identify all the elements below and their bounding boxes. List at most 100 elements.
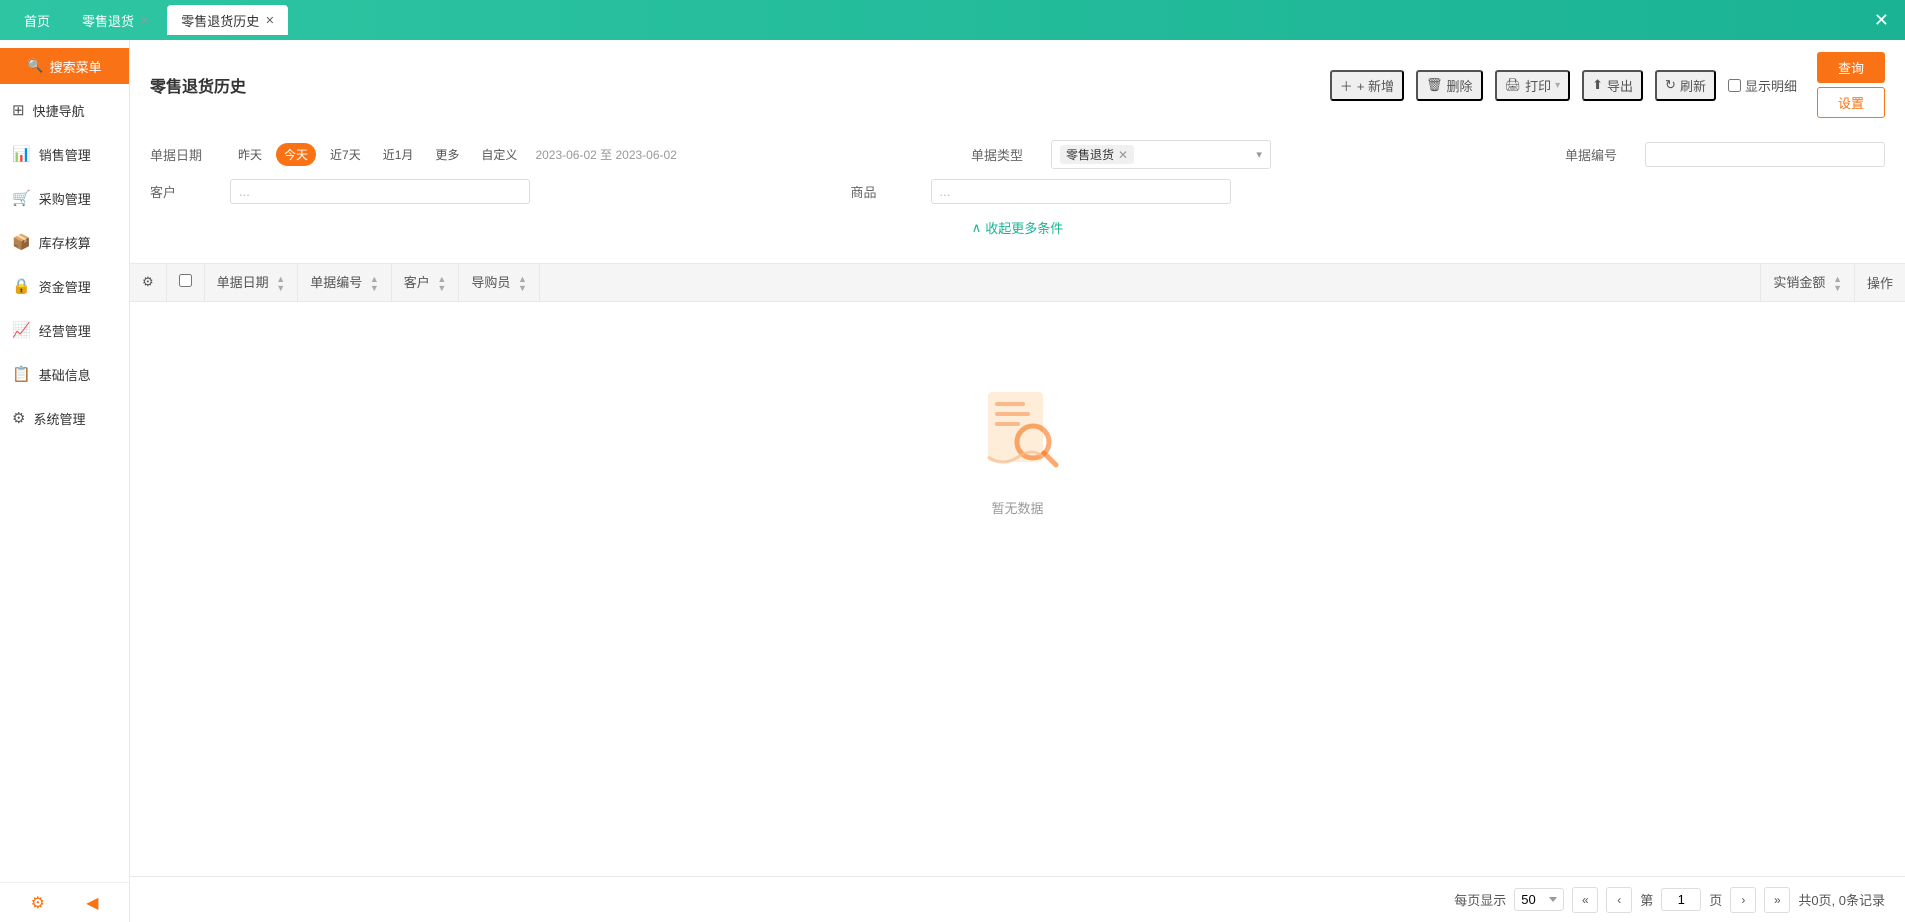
tab-retail-return-history[interactable]: 零售退货历史 ✕ <box>167 5 288 35</box>
settings-bottom-icon[interactable]: ⚙ <box>31 893 45 913</box>
settings-icon[interactable]: ⚙ <box>142 274 154 289</box>
doc-number-input[interactable] <box>1645 142 1885 167</box>
sidebar-item-fund-label: 资金管理 <box>39 277 91 296</box>
pagination-bar: 每页显示 50 10 20 100 « ‹ 第 页 › » 共0页, 0条记录 <box>130 876 1905 922</box>
query-button[interactable]: 查询 <box>1817 52 1885 83</box>
th-settings[interactable]: ⚙ <box>130 264 166 301</box>
page-size-label: 每页显示 <box>1454 890 1506 909</box>
tab-retail-return-history-close[interactable]: ✕ <box>265 14 274 27</box>
delete-icon: 🗑 <box>1426 77 1443 93</box>
th-action: 操作 <box>1854 264 1905 301</box>
tab-home-label: 首页 <box>24 11 50 30</box>
tab-home[interactable]: 首页 <box>10 5 64 35</box>
sidebar-item-ops-mgmt[interactable]: 📈 经营管理 <box>0 308 129 352</box>
print-icon: 🖨 <box>1505 77 1522 93</box>
th-customer[interactable]: 客户 ▲▼ <box>391 264 459 301</box>
date-btn-7days[interactable]: 近7天 <box>322 143 369 166</box>
collapse-button[interactable]: ∧ 收起更多条件 <box>972 218 1064 237</box>
page-size-select[interactable]: 50 10 20 100 <box>1514 888 1564 911</box>
prev-page-button[interactable]: ‹ <box>1606 887 1632 913</box>
fund-icon: 🔒 <box>12 277 31 295</box>
sidebar-bottom: ⚙ ◀ <box>0 882 129 922</box>
select-all-checkbox[interactable] <box>179 274 192 287</box>
page-label-suffix: 页 <box>1709 890 1722 909</box>
export-icon: ⬆ <box>1592 77 1603 93</box>
layout: 🔍 搜索菜单 ⊞ 快捷导航 📊 销售管理 🛒 采购管理 📦 库存核算 🔒 资金管… <box>0 40 1905 922</box>
collapse-label: 收起更多条件 <box>985 218 1063 237</box>
th-amount-label: 实销金额 <box>1773 275 1825 290</box>
sidebar-search[interactable]: 🔍 搜索菜单 <box>0 48 129 84</box>
date-btn-today[interactable]: 今天 <box>276 143 316 166</box>
th-amount[interactable]: 实销金额 ▲▼ <box>1761 264 1855 301</box>
show-detail-checkbox[interactable] <box>1728 79 1741 92</box>
date-btn-more[interactable]: 更多 <box>427 143 467 166</box>
th-doc-date[interactable]: 单据日期 ▲▼ <box>204 264 298 301</box>
new-button[interactable]: ＋ + 新增 <box>1330 70 1404 101</box>
tab-retail-return-close[interactable]: ✕ <box>140 14 149 27</box>
customer-label: 客户 <box>150 182 230 201</box>
date-btn-yesterday[interactable]: 昨天 <box>230 143 270 166</box>
tab-retail-return-history-label: 零售退货历史 <box>181 11 259 30</box>
th-checkbox[interactable] <box>166 264 204 301</box>
goods-input[interactable] <box>931 179 1231 204</box>
doc-type-remove-icon[interactable]: ✕ <box>1118 148 1128 162</box>
ops-icon: 📈 <box>12 321 31 339</box>
sidebar-item-sys-mgmt[interactable]: ⚙ 系统管理 <box>0 396 129 440</box>
sidebar-item-quick-nav-label: 快捷导航 <box>33 101 85 120</box>
empty-text: 暂无数据 <box>991 498 1043 517</box>
date-label: 单据日期 <box>150 145 230 164</box>
purchase-icon: 🛒 <box>12 189 31 207</box>
sidebar-item-purchase-label: 采购管理 <box>39 189 91 208</box>
tab-retail-return[interactable]: 零售退货 ✕ <box>68 5 163 35</box>
doc-type-select[interactable]: 零售退货 ✕ ▾ <box>1051 140 1271 169</box>
refresh-label: 刷新 <box>1680 76 1706 95</box>
page-number-input[interactable] <box>1661 888 1701 911</box>
next-page-button[interactable]: › <box>1730 887 1756 913</box>
new-label: + 新增 <box>1357 76 1394 95</box>
doc-type-dropdown-icon: ▾ <box>1256 148 1262 161</box>
show-detail-label: 显示明细 <box>1745 76 1797 95</box>
sidebar-item-sys-label: 系统管理 <box>33 409 85 428</box>
window-close-button[interactable]: ✕ <box>1874 11 1889 29</box>
print-label: 打印 <box>1525 76 1551 95</box>
date-btn-1month[interactable]: 近1月 <box>375 143 422 166</box>
main-content: 零售退货历史 ＋ + 新增 🗑 删除 🖨 打印 ▾ <box>130 40 1905 922</box>
customer-input[interactable] <box>230 179 530 204</box>
th-guide[interactable]: 导购员 ▲▼ <box>459 264 540 301</box>
th-doc-number[interactable]: 单据编号 ▲▼ <box>298 264 392 301</box>
quick-nav-icon: ⊞ <box>12 101 25 119</box>
collapse-up-icon: ∧ <box>972 220 982 236</box>
tab-retail-return-label: 零售退货 <box>82 11 134 30</box>
table-wrapper: ⚙ 单据日期 ▲▼ 单据编号 ▲▼ <box>130 264 1905 876</box>
settings-button[interactable]: 设置 <box>1817 87 1885 118</box>
filter-row-1: 单据日期 昨天 今天 近7天 近1月 更多 自定义 2023-06-02 至 2… <box>150 140 1885 169</box>
new-icon: ＋ <box>1340 76 1353 95</box>
doc-type-value: 零售退货 <box>1066 146 1114 163</box>
doc-date-sort-icon: ▲▼ <box>276 275 285 293</box>
filter-area: 单据日期 昨天 今天 近7天 近1月 更多 自定义 2023-06-02 至 2… <box>150 130 1885 263</box>
doc-type-label: 单据类型 <box>971 145 1051 164</box>
refresh-button[interactable]: ↻ 刷新 <box>1655 70 1716 101</box>
sidebar-item-sales-mgmt[interactable]: 📊 销售管理 <box>0 132 129 176</box>
basic-info-icon: 📋 <box>12 365 31 383</box>
empty-state: 暂无数据 <box>130 302 1905 597</box>
doc-number-sort-icon: ▲▼ <box>370 275 379 293</box>
delete-label: 删除 <box>1447 76 1473 95</box>
collapse-sidebar-icon[interactable]: ◀ <box>86 893 98 913</box>
first-page-button[interactable]: « <box>1572 887 1598 913</box>
print-button[interactable]: 🖨 打印 ▾ <box>1495 70 1571 101</box>
sidebar-item-quick-nav[interactable]: ⊞ 快捷导航 <box>0 88 129 132</box>
delete-button[interactable]: 🗑 删除 <box>1416 70 1483 101</box>
export-button[interactable]: ⬆ 导出 <box>1582 70 1643 101</box>
sidebar-item-fund-mgmt[interactable]: 🔒 资金管理 <box>0 264 129 308</box>
sidebar-item-basic-info[interactable]: 📋 基础信息 <box>0 352 129 396</box>
doc-type-tag: 零售退货 ✕ <box>1060 145 1134 164</box>
amount-sort-icon: ▲▼ <box>1833 275 1842 293</box>
sidebar-item-inventory-calc[interactable]: 📦 库存核算 <box>0 220 129 264</box>
sidebar-item-purchase-mgmt[interactable]: 🛒 采购管理 <box>0 176 129 220</box>
sidebar-item-ops-label: 经营管理 <box>39 321 91 340</box>
top-bar: 首页 零售退货 ✕ 零售退货历史 ✕ ✕ <box>0 0 1905 40</box>
th-doc-number-label: 单据编号 <box>310 275 362 290</box>
date-btn-custom[interactable]: 自定义 <box>473 143 525 166</box>
last-page-button[interactable]: » <box>1764 887 1790 913</box>
